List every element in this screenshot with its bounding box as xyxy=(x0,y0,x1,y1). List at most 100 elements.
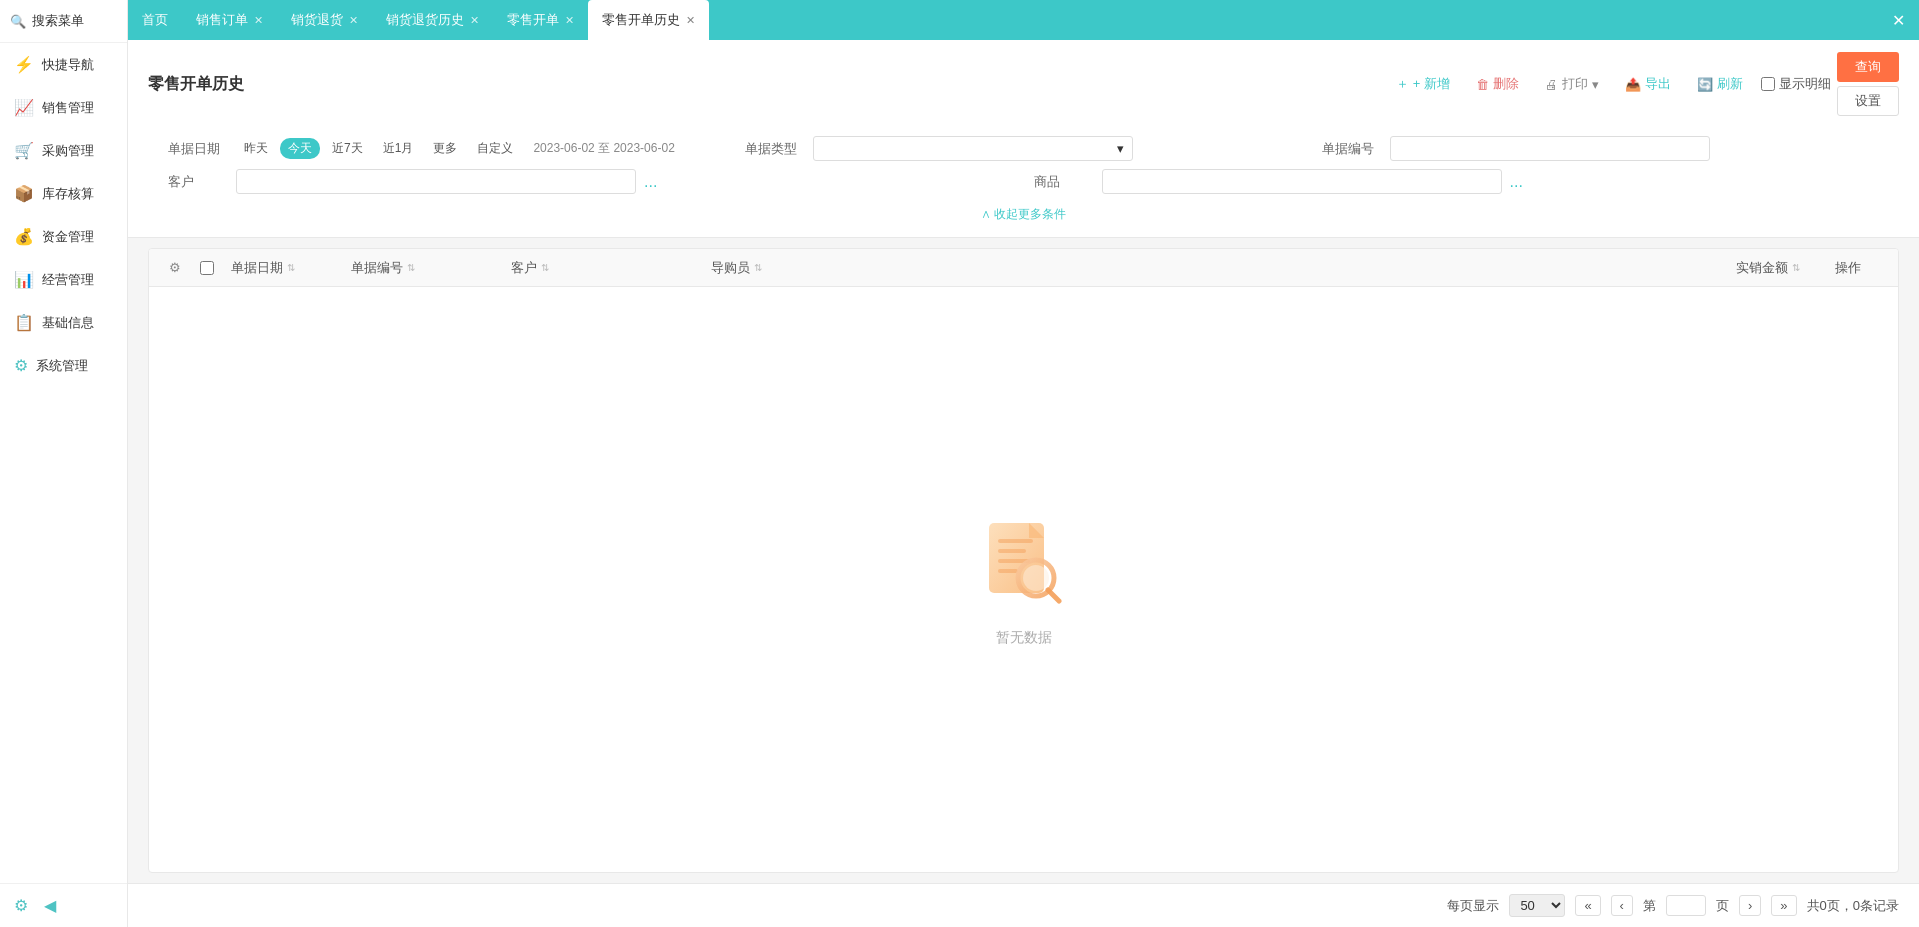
filter-customer: 客户 ... xyxy=(168,169,1014,194)
sidebar-item-label: 销售管理 xyxy=(42,99,94,117)
export-icon: 📤 xyxy=(1625,77,1641,92)
query-buttons: 查询 设置 xyxy=(1837,52,1899,116)
print-icon: 🖨 xyxy=(1545,77,1558,92)
th-action: 操作 xyxy=(1808,259,1888,277)
th-guide[interactable]: 导购员 ⇅ xyxy=(703,259,823,277)
tab-retail-open-history[interactable]: 零售开单历史 ✕ xyxy=(588,0,709,40)
tab-retail-open-close[interactable]: ✕ xyxy=(565,14,574,27)
refresh-label: 刷新 xyxy=(1717,75,1743,93)
th-customer-sort: ⇅ xyxy=(541,262,549,273)
delete-button[interactable]: 🗑 删除 xyxy=(1468,71,1527,97)
operations-icon: 📊 xyxy=(14,270,34,289)
show-detail-check[interactable] xyxy=(1761,77,1775,91)
tab-sales-order[interactable]: 销售订单 ✕ xyxy=(182,0,277,40)
date-btn-more[interactable]: 更多 xyxy=(425,138,465,159)
date-btn-custom[interactable]: 自定义 xyxy=(469,138,521,159)
th-number-sort: ⇅ xyxy=(407,262,415,273)
th-number[interactable]: 单据编号 ⇅ xyxy=(343,259,503,277)
settings-icon[interactable]: ⚙ xyxy=(14,896,28,915)
tab-sales-return[interactable]: 销货退货 ✕ xyxy=(277,0,372,40)
show-detail-label: 显示明细 xyxy=(1779,75,1831,93)
sys-mgmt-icon: ⚙ xyxy=(14,356,28,375)
inventory-icon: 📦 xyxy=(14,184,34,203)
type-dropdown-icon: ▾ xyxy=(1117,141,1124,156)
th-date[interactable]: 单据日期 ⇅ xyxy=(223,259,343,277)
date-btn-7days[interactable]: 近7天 xyxy=(324,138,371,159)
filter-number: 单据编号 xyxy=(1322,136,1879,161)
collapse-icon[interactable]: ◀ xyxy=(44,896,56,915)
th-amount[interactable]: 实销金额 ⇅ xyxy=(1688,259,1808,277)
sidebar-item-label: 经营管理 xyxy=(42,271,94,289)
purchase-mgmt-icon: 🛒 xyxy=(14,141,34,160)
show-detail-checkbox[interactable]: 显示明细 xyxy=(1761,75,1831,93)
customer-more-btn[interactable]: ... xyxy=(644,173,657,191)
setting-button[interactable]: 设置 xyxy=(1837,86,1899,116)
th-amount-sort: ⇅ xyxy=(1792,262,1800,273)
refresh-button[interactable]: 🔄 刷新 xyxy=(1689,71,1751,97)
first-page-button[interactable]: « xyxy=(1575,895,1600,916)
finance-icon: 💰 xyxy=(14,227,34,246)
tab-home[interactable]: 首页 xyxy=(128,0,182,40)
type-select[interactable]: ▾ xyxy=(813,136,1133,161)
page-header: 零售开单历史 ＋ + 新增 🗑 删除 🖨 打印 ▾ xyxy=(128,40,1919,238)
print-button[interactable]: 🖨 打印 ▾ xyxy=(1537,71,1607,97)
sidebar-item-sys-mgmt[interactable]: ⚙ 系统管理 xyxy=(0,344,127,387)
print-dropdown-icon: ▾ xyxy=(1592,77,1599,92)
next-page-button[interactable]: › xyxy=(1739,895,1761,916)
product-more-btn[interactable]: ... xyxy=(1510,173,1523,191)
tab-retail-open-history-close[interactable]: ✕ xyxy=(686,14,695,27)
th-customer[interactable]: 客户 ⇅ xyxy=(503,259,703,277)
tab-sales-return-close[interactable]: ✕ xyxy=(349,14,358,27)
number-input[interactable] xyxy=(1390,136,1710,161)
sidebar-search[interactable]: 🔍 搜索菜单 xyxy=(0,0,127,43)
th-check[interactable] xyxy=(191,261,223,275)
date-buttons: 昨天 今天 近7天 近1月 更多 自定义 xyxy=(236,138,521,159)
date-btn-yesterday[interactable]: 昨天 xyxy=(236,138,276,159)
collapse-bar[interactable]: ∧ 收起更多条件 xyxy=(168,202,1879,227)
sidebar-item-label: 库存核算 xyxy=(42,185,94,203)
sidebar: 🔍 搜索菜单 ⚡ 快捷导航 📈 销售管理 🛒 采购管理 📦 库存核算 💰 资金管… xyxy=(0,0,128,927)
th-guide-sort: ⇅ xyxy=(754,262,762,273)
empty-text: 暂无数据 xyxy=(996,629,1052,647)
close-all-tabs-button[interactable]: ✕ xyxy=(1878,11,1919,30)
tab-sales-return-history-label: 销货退货历史 xyxy=(386,11,464,29)
tab-sales-return-history[interactable]: 销货退货历史 ✕ xyxy=(372,0,493,40)
page-label: 第 xyxy=(1643,897,1656,915)
date-btn-today[interactable]: 今天 xyxy=(280,138,320,159)
page-suffix: 页 xyxy=(1716,897,1729,915)
sidebar-item-purchase-mgmt[interactable]: 🛒 采购管理 xyxy=(0,129,127,172)
sidebar-item-operations[interactable]: 📊 经营管理 xyxy=(0,258,127,301)
date-btn-1month[interactable]: 近1月 xyxy=(375,138,422,159)
th-settings[interactable]: ⚙ xyxy=(159,260,191,275)
empty-state: 暂无数据 xyxy=(149,287,1898,872)
filter-row-2: 客户 ... 商品 ... xyxy=(168,169,1879,194)
per-page-label: 每页显示 xyxy=(1447,897,1499,915)
main-area: 首页 销售订单 ✕ 销货退货 ✕ 销货退货历史 ✕ 零售开单 ✕ 零售开单历史 … xyxy=(128,0,1919,927)
th-date-sort: ⇅ xyxy=(287,262,295,273)
sidebar-item-inventory[interactable]: 📦 库存核算 xyxy=(0,172,127,215)
sidebar-item-sales-mgmt[interactable]: 📈 销售管理 xyxy=(0,86,127,129)
prev-page-button[interactable]: ‹ xyxy=(1611,895,1633,916)
tab-retail-open[interactable]: 零售开单 ✕ xyxy=(493,0,588,40)
table-header: ⚙ 单据日期 ⇅ 单据编号 ⇅ 客户 ⇅ 导购员 ⇅ xyxy=(149,249,1898,287)
product-input[interactable] xyxy=(1102,169,1502,194)
tab-bar: 首页 销售订单 ✕ 销货退货 ✕ 销货退货历史 ✕ 零售开单 ✕ 零售开单历史 … xyxy=(128,0,1919,40)
per-page-select[interactable]: 50 20 100 xyxy=(1509,894,1565,917)
page-input[interactable]: 1 xyxy=(1666,895,1706,916)
add-button[interactable]: ＋ + 新增 xyxy=(1388,71,1458,97)
tab-sales-return-label: 销货退货 xyxy=(291,11,343,29)
last-page-button[interactable]: » xyxy=(1771,895,1796,916)
customer-input[interactable] xyxy=(236,169,636,194)
select-all-checkbox[interactable] xyxy=(200,261,214,275)
sidebar-item-label: 快捷导航 xyxy=(42,56,94,74)
sidebar-item-finance[interactable]: 💰 资金管理 xyxy=(0,215,127,258)
sidebar-item-basic-info[interactable]: 📋 基础信息 xyxy=(0,301,127,344)
sidebar-item-label: 系统管理 xyxy=(36,357,88,375)
sidebar-item-quick-nav[interactable]: ⚡ 快捷导航 xyxy=(0,43,127,86)
tab-sales-order-close[interactable]: ✕ xyxy=(254,14,263,27)
tab-home-label: 首页 xyxy=(142,11,168,29)
sidebar-item-label: 资金管理 xyxy=(42,228,94,246)
export-button[interactable]: 📤 导出 xyxy=(1617,71,1679,97)
tab-sales-return-history-close[interactable]: ✕ xyxy=(470,14,479,27)
query-button[interactable]: 查询 xyxy=(1837,52,1899,82)
